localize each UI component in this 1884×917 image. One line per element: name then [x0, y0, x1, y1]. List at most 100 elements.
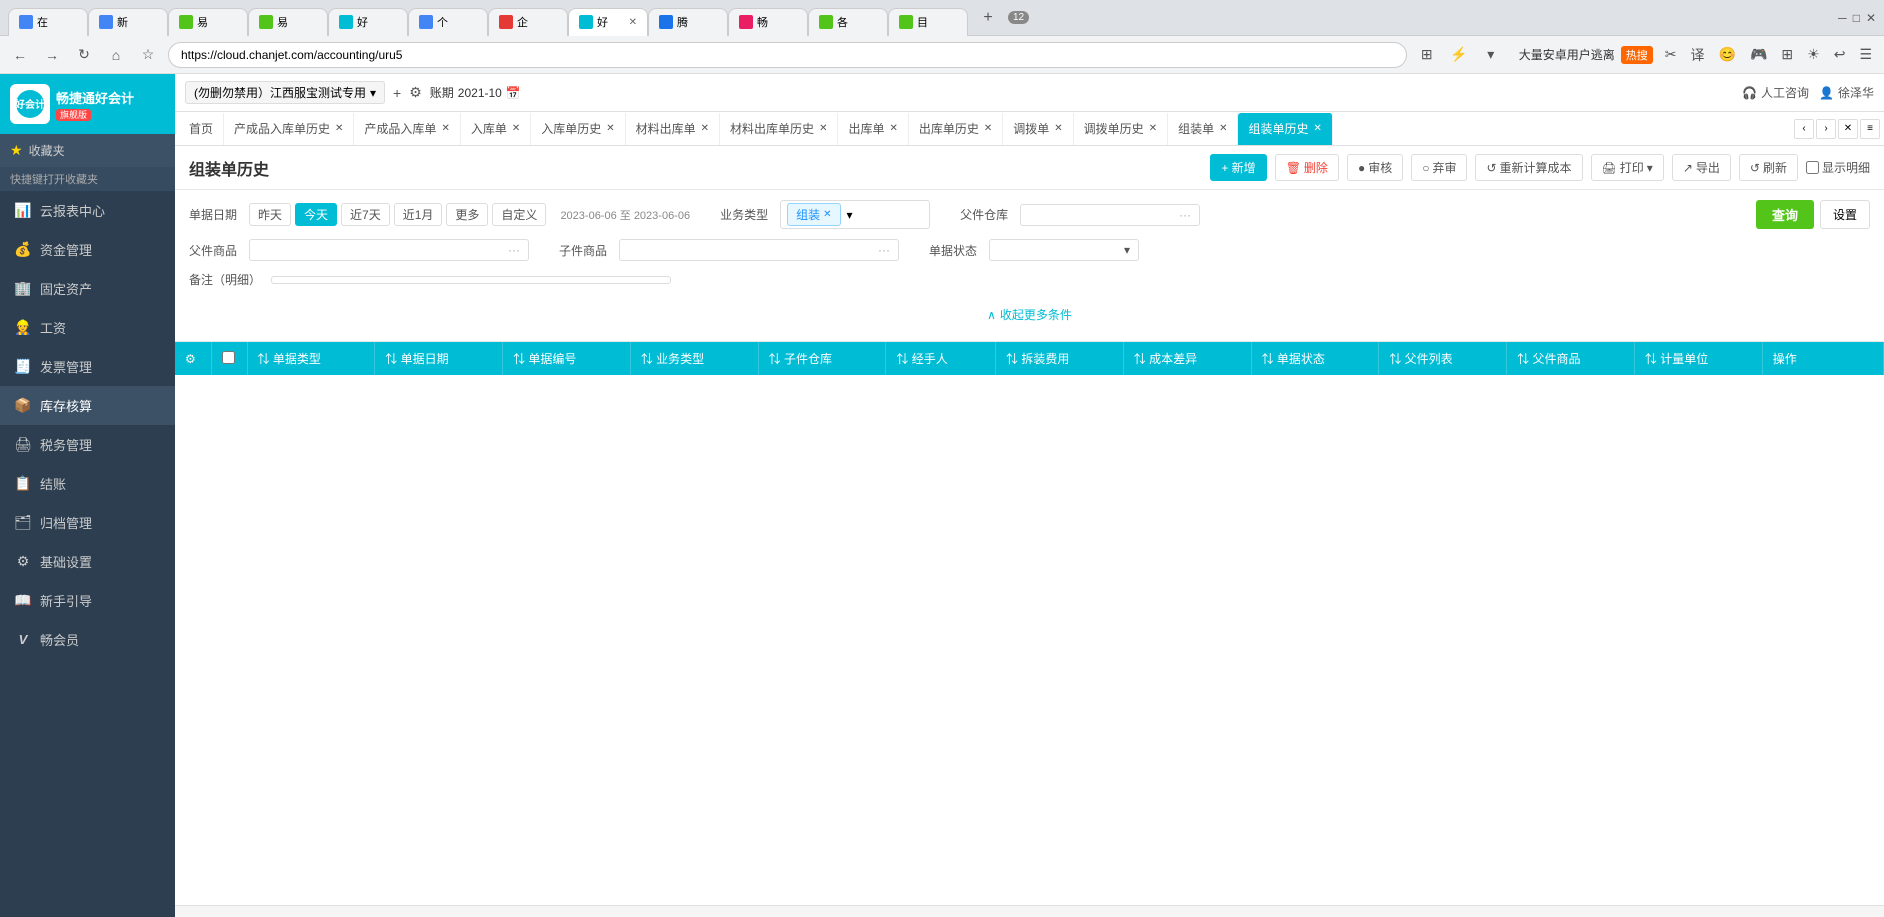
browser-tab-12[interactable]: 目: [888, 8, 968, 36]
query-button[interactable]: 查询: [1756, 200, 1814, 229]
forward-button[interactable]: →: [40, 43, 64, 67]
sidebar-item-settings[interactable]: ⚙ 基础设置: [0, 542, 175, 581]
parent-goods-more-btn[interactable]: ···: [508, 243, 520, 257]
parent-warehouse-more-btn[interactable]: ···: [1179, 208, 1191, 222]
nav-tab-transfer-history[interactable]: 调拨单历史 ✕: [1074, 113, 1168, 145]
th-cost-diff[interactable]: ⇅ 成本差异: [1123, 342, 1251, 375]
company-selector[interactable]: (勿删勿禁用）江西服宝测试专用 ▾: [185, 81, 385, 104]
sidebar-item-checkout[interactable]: 📋 结账: [0, 464, 175, 503]
nav-tab-home[interactable]: 首页: [179, 113, 224, 145]
th-number[interactable]: ⇅ 单据编号: [503, 342, 631, 375]
date-btn-7days[interactable]: 近7天: [341, 203, 390, 226]
browser-tab-8[interactable]: 好 ✕: [568, 8, 648, 36]
date-btn-custom[interactable]: 自定义: [492, 203, 546, 226]
nav-tab-assembly-history[interactable]: 组装单历史 ✕: [1238, 113, 1332, 145]
sidebar-item-report[interactable]: 📊 云报表中心: [0, 191, 175, 230]
sidebar-item-asset[interactable]: 🏢 固定资产: [0, 269, 175, 308]
nav-tab-material-out-history[interactable]: 材料出库单历史 ✕: [720, 113, 838, 145]
nav-tab-close-finished-in[interactable]: ✕: [441, 123, 449, 134]
th-parent-list[interactable]: ⇅ 父件列表: [1379, 342, 1507, 375]
sidebar-item-tax[interactable]: 🖨 税务管理: [0, 425, 175, 464]
th-status[interactable]: ⇅ 单据状态: [1251, 342, 1379, 375]
date-btn-yesterday[interactable]: 昨天: [249, 203, 291, 226]
back-button[interactable]: ←: [8, 43, 32, 67]
browser-tab-6[interactable]: 个: [408, 8, 488, 36]
scissors-icon[interactable]: ✂: [1661, 44, 1681, 65]
nav-tabs-scroll-right[interactable]: ›: [1816, 119, 1836, 139]
nav-tab-close-out[interactable]: ✕: [889, 123, 897, 134]
sidebar-item-archive[interactable]: 🗂 归档管理: [0, 503, 175, 542]
th-child-warehouse[interactable]: ⇅ 子件仓库: [758, 342, 886, 375]
parent-warehouse-input[interactable]: ···: [1020, 204, 1200, 226]
th-biz-type[interactable]: ⇅ 业务类型: [630, 342, 758, 375]
home-button[interactable]: ⌂: [104, 43, 128, 67]
sidebar-item-fund[interactable]: 💰 资金管理: [0, 230, 175, 269]
nav-tab-transfer[interactable]: 调拨单 ✕: [1003, 113, 1073, 145]
date-btn-more[interactable]: 更多: [446, 203, 488, 226]
status-filter-select[interactable]: ▾: [989, 239, 1139, 261]
dropdown-icon[interactable]: ▾: [1479, 43, 1503, 67]
sidebar-collect[interactable]: ★ 收藏夹: [0, 134, 175, 167]
sidebar-item-invoice[interactable]: 🧾 发票管理: [0, 347, 175, 386]
nav-tab-close-assembly[interactable]: ✕: [1219, 123, 1227, 134]
reload-button[interactable]: ↻: [72, 43, 96, 67]
add-button[interactable]: + 新增: [1210, 154, 1266, 181]
approve-button[interactable]: ● 审核: [1347, 154, 1403, 181]
sidebar-item-salary[interactable]: 👷 工资: [0, 308, 175, 347]
user-info[interactable]: 👤 徐泽华: [1819, 84, 1874, 101]
nav-tabs-menu[interactable]: ≡: [1860, 119, 1880, 139]
date-btn-1month[interactable]: 近1月: [394, 203, 443, 226]
service-button[interactable]: 🎧 人工咨询: [1742, 84, 1809, 101]
refresh-button[interactable]: ↺ 刷新: [1739, 154, 1798, 181]
qr-icon[interactable]: ⊞: [1415, 43, 1439, 67]
nav-tab-material-out[interactable]: 材料出库单 ✕: [626, 113, 720, 145]
game-icon[interactable]: 🎮: [1746, 44, 1771, 65]
nav-tab-close-transfer[interactable]: ✕: [1054, 123, 1062, 134]
nav-tab-close-out-history[interactable]: ✕: [984, 123, 992, 134]
remarks-input[interactable]: [271, 276, 671, 284]
biz-type-tag-close[interactable]: ✕: [823, 209, 831, 220]
nav-tab-close-transfer-history[interactable]: ✕: [1149, 123, 1157, 134]
nav-tab-close-in-history[interactable]: ✕: [606, 123, 614, 134]
browser-tab-close-8[interactable]: ✕: [629, 17, 637, 28]
add-company-button[interactable]: +: [393, 85, 401, 101]
export-button[interactable]: ↗ 导出: [1672, 154, 1731, 181]
grid-icon[interactable]: ⊞: [1777, 44, 1797, 65]
menu-icon[interactable]: ☰: [1855, 44, 1876, 65]
print-button[interactable]: 🖨 打印 ▾: [1591, 154, 1664, 181]
sidebar-item-member[interactable]: V 畅会员: [0, 620, 175, 659]
nav-tabs-close-all[interactable]: ✕: [1838, 119, 1858, 139]
win-close-btn[interactable]: ✕: [1866, 11, 1876, 25]
th-disassemble-fee[interactable]: ⇅ 拆装费用: [996, 342, 1124, 375]
th-parent-goods[interactable]: ⇅ 父件商品: [1507, 342, 1635, 375]
nav-tabs-scroll-left[interactable]: ‹: [1794, 119, 1814, 139]
th-checkbox[interactable]: [211, 342, 247, 375]
child-goods-more-btn[interactable]: ···: [878, 243, 890, 257]
recalculate-button[interactable]: ↺ 重新计算成本: [1475, 154, 1582, 181]
bookmark-button[interactable]: ☆: [136, 43, 160, 67]
nav-tab-in[interactable]: 入库单 ✕: [461, 113, 531, 145]
nav-tab-out[interactable]: 出库单 ✕: [838, 113, 908, 145]
sidebar-item-guide[interactable]: 📖 新手引导: [0, 581, 175, 620]
nav-tab-close-finished-in-history[interactable]: ✕: [335, 123, 343, 134]
th-type[interactable]: ⇅ 单据类型: [247, 342, 375, 375]
nav-tab-close-material-out[interactable]: ✕: [701, 123, 709, 134]
browser-tab-5[interactable]: 好: [328, 8, 408, 36]
date-btn-today[interactable]: 今天: [295, 203, 337, 226]
translate-icon[interactable]: 译: [1687, 43, 1709, 67]
delete-button[interactable]: 🗑 删除: [1275, 154, 1339, 181]
nav-tab-close-material-out-history[interactable]: ✕: [819, 123, 827, 134]
browser-tab-1[interactable]: 在: [8, 8, 88, 36]
show-detail-input[interactable]: [1806, 161, 1819, 174]
browser-tab-4[interactable]: 易: [248, 8, 328, 36]
th-unit[interactable]: ⇅ 计量单位: [1634, 342, 1762, 375]
nav-tab-out-history[interactable]: 出库单历史 ✕: [909, 113, 1003, 145]
new-tab-button[interactable]: +: [976, 6, 1000, 30]
nav-tab-close-assembly-history[interactable]: ✕: [1314, 123, 1322, 134]
browser-tab-9[interactable]: 腾: [648, 8, 728, 36]
lightning-icon[interactable]: ⚡: [1447, 43, 1471, 67]
select-all-checkbox[interactable]: [222, 351, 235, 364]
th-date[interactable]: ⇅ 单据日期: [375, 342, 503, 375]
win-minimize-btn[interactable]: ─: [1838, 11, 1847, 25]
nav-tab-finished-in-history[interactable]: 产成品入库单历史 ✕: [224, 113, 354, 145]
